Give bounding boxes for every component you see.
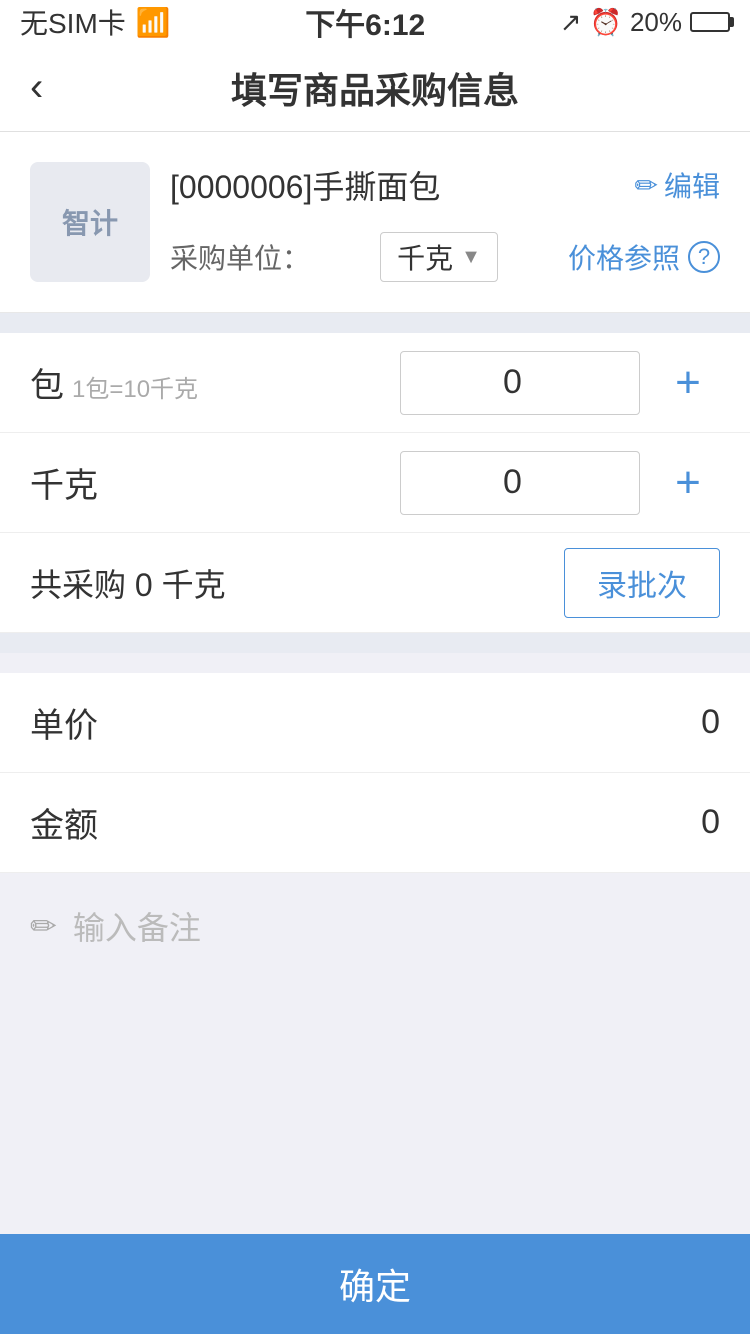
status-right: ↗ ⏰ 20% [560,7,730,38]
kg-plus-button[interactable]: + [656,451,720,515]
back-button[interactable]: ‹ [30,65,43,110]
unit-label: 采购单位： [170,237,310,277]
status-time: 下午6:12 [305,0,425,44]
note-placeholder: 输入备注 [73,903,201,949]
chevron-down-icon: ▼ [461,246,481,269]
product-info: [0000006]手撕面包 ✏ 编辑 采购单位： 千克 ▼ 价格参照 ? [170,162,720,282]
location-icon: ↗ [560,7,582,38]
divider-top [0,313,750,333]
product-unit-row: 采购单位： 千克 ▼ 价格参照 ? [170,232,720,282]
bag-sublabel: 1包=10千克 [72,376,198,403]
unit-price-row: 单价 0 [0,673,750,773]
kg-input-row: 千克 + [0,433,750,533]
unit-price-label: 单价 [30,698,701,747]
battery-percent: 20% [630,7,682,38]
kg-input[interactable] [400,451,640,515]
summary-row: 共采购 0 千克 录批次 [0,533,750,633]
unit-value: 千克 [397,237,453,277]
kg-label: 千克 [30,458,190,507]
bag-input-row: 包1包=10千克 + [0,333,750,433]
confirm-label: 确定 [339,1258,411,1310]
batch-button[interactable]: 录批次 [564,548,720,618]
price-ref-label: 价格参照 [568,237,680,277]
wifi-icon: 📶 [136,6,171,39]
help-icon: ? [688,241,720,273]
confirm-button[interactable]: 确定 [0,1234,750,1334]
status-bar: 无SIM卡 📶 下午6:12 ↗ ⏰ 20% [0,0,750,44]
pencil-icon: ✏ [30,907,57,945]
info-section: 单价 0 金额 0 [0,673,750,873]
note-section[interactable]: ✏ 输入备注 [0,873,750,979]
edit-label: 编辑 [664,165,720,205]
bag-label: 包1包=10千克 [30,358,198,407]
status-left: 无SIM卡 📶 [20,2,171,42]
edit-button[interactable]: ✏ 编辑 [635,165,720,205]
page-title: 填写商品采购信息 [231,62,519,114]
price-ref-button[interactable]: 价格参照 ? [568,237,720,277]
product-image: 智计 [30,162,150,282]
amount-label: 金额 [30,798,701,847]
unit-price-value: 0 [701,703,720,742]
product-image-text: 智计 [62,202,118,242]
input-section: 包1包=10千克 + 千克 + 共采购 0 千克 录批次 [0,333,750,633]
summary-text: 共采购 0 千克 [30,560,564,606]
product-title-row: [0000006]手撕面包 ✏ 编辑 [170,162,720,208]
bag-input[interactable] [400,351,640,415]
nav-bar: ‹ 填写商品采购信息 [0,44,750,132]
amount-value: 0 [701,803,720,842]
product-section: 智计 [0000006]手撕面包 ✏ 编辑 采购单位： 千克 ▼ 价格参照 ? [0,132,750,313]
content-filler [0,979,750,1179]
bag-plus-button[interactable]: + [656,351,720,415]
alarm-icon: ⏰ [590,7,622,38]
battery-icon [690,12,730,32]
edit-icon: ✏ [635,169,658,202]
unit-select[interactable]: 千克 ▼ [380,232,498,282]
product-name: [0000006]手撕面包 [170,162,440,208]
amount-row: 金额 0 [0,773,750,873]
divider-middle [0,633,750,653]
carrier-label: 无SIM卡 [20,2,126,42]
